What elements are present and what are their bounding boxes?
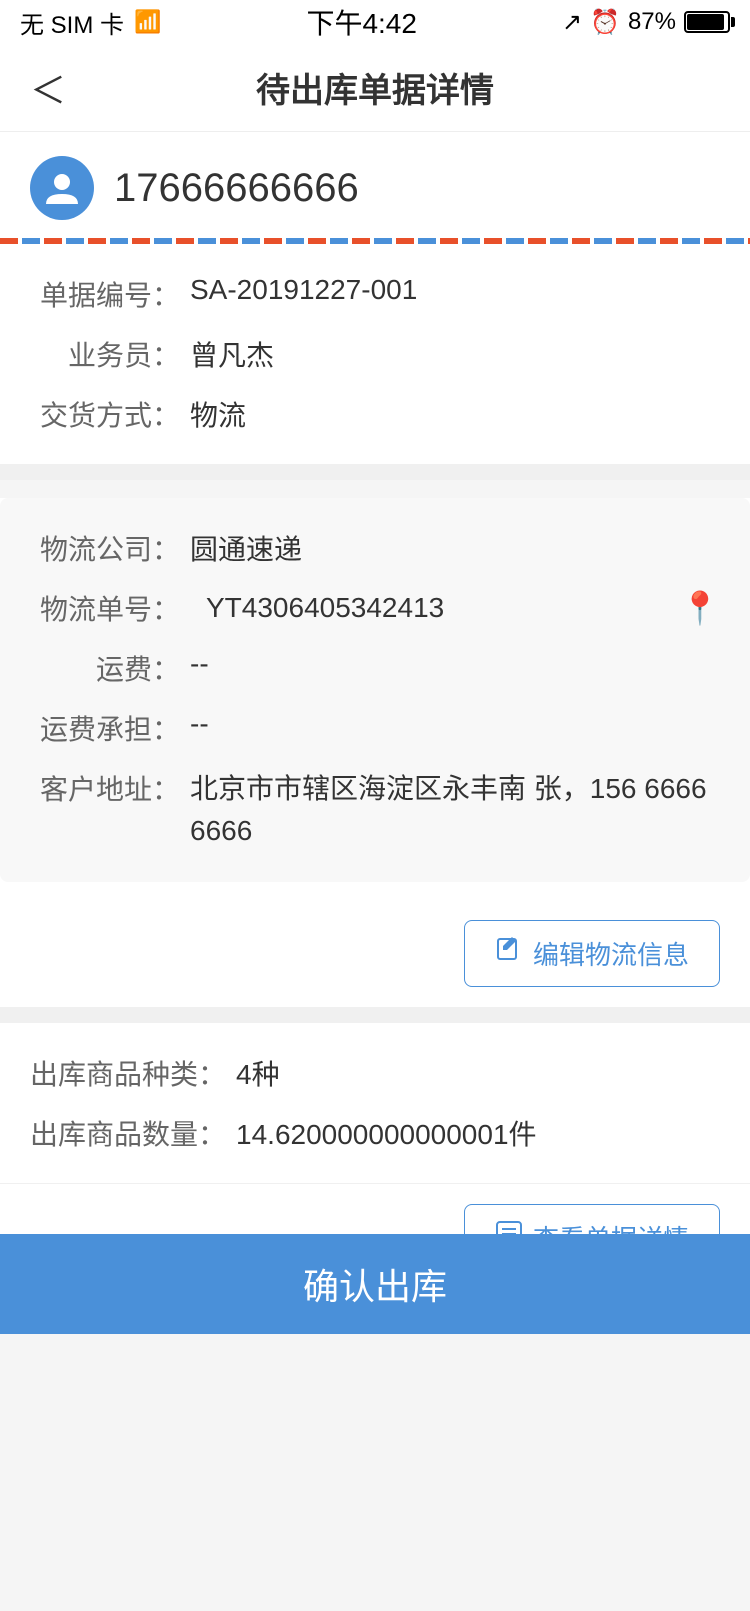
address-value: 北京市市辖区海淀区永丰南 张，156 6666 6666 bbox=[190, 768, 720, 852]
freight-label: 运费： bbox=[30, 648, 180, 688]
logistics-company-value: 圆通速递 bbox=[190, 528, 720, 568]
location-pin-icon[interactable]: 📍 bbox=[680, 589, 720, 627]
carrier-label: 无 SIM 卡 bbox=[20, 5, 124, 40]
stock-types-value: 4种 bbox=[236, 1053, 720, 1093]
doc-number-value: SA-20191227-001 bbox=[190, 274, 720, 306]
edit-icon bbox=[495, 936, 523, 971]
logistics-section: 物流公司： 圆通速递 物流单号： YT43064053424​13 📍 运费： … bbox=[0, 498, 750, 1007]
logistics-company-row: 物流公司： 圆通速递 bbox=[30, 528, 720, 568]
freight-bear-label: 运费承担： bbox=[30, 708, 180, 748]
logistics-tracking-label: 物流单号： bbox=[30, 588, 180, 628]
battery-icon bbox=[684, 11, 730, 33]
location-status-icon: ↗ bbox=[562, 8, 582, 37]
stock-info-section: 出库商品种类： 4种 出库商品数量： 14.620000000000001件 bbox=[0, 1023, 750, 1183]
edit-logistics-label: 编辑物流信息 bbox=[533, 935, 689, 972]
divider-1 bbox=[0, 464, 750, 480]
status-bar: 无 SIM 卡 📶 下午4:42 ↗ ⏰ 87% bbox=[0, 0, 750, 44]
logistics-tracking-value: YT43064053424​13 bbox=[206, 592, 664, 624]
doc-number-label: 单据编号： bbox=[30, 274, 180, 314]
logistics-tracking-row: 物流单号： YT43064053424​13 📍 bbox=[30, 588, 720, 628]
page-title: 待出库单据详情 bbox=[256, 63, 494, 112]
status-left: 无 SIM 卡 📶 bbox=[20, 5, 161, 40]
delivery-method-row: 交货方式： 物流 bbox=[30, 394, 720, 434]
stock-types-label: 出库商品种类： bbox=[30, 1053, 226, 1093]
logistics-card: 物流公司： 圆通速递 物流单号： YT43064053424​13 📍 运费： … bbox=[0, 498, 750, 882]
status-time: 下午4:42 bbox=[306, 2, 417, 42]
freight-row: 运费： -- bbox=[30, 648, 720, 688]
edit-btn-row: 编辑物流信息 bbox=[0, 900, 750, 1007]
doc-number-row: 单据编号： SA-20191227-001 bbox=[30, 274, 720, 314]
divider-2 bbox=[0, 1007, 750, 1023]
dashed-divider bbox=[0, 238, 750, 244]
stock-quantity-row: 出库商品数量： 14.620000000000001件 bbox=[30, 1113, 720, 1153]
user-phone: 17666666666 bbox=[114, 166, 359, 211]
alarm-icon: ⏰ bbox=[590, 8, 620, 37]
salesman-value: 曾凡杰 bbox=[190, 334, 720, 374]
battery-label: 87% bbox=[628, 8, 676, 36]
battery-fill bbox=[687, 14, 724, 30]
confirm-btn-container: 确认出库 bbox=[0, 1234, 750, 1334]
nav-bar: ＜ 待出库单据详情 bbox=[0, 44, 750, 132]
user-header: 17666666666 bbox=[0, 132, 750, 244]
freight-bear-value: -- bbox=[190, 708, 720, 740]
stock-quantity-value: 14.620000000000001件 bbox=[236, 1113, 720, 1153]
salesman-row: 业务员： 曾凡杰 bbox=[30, 334, 720, 374]
salesman-label: 业务员： bbox=[30, 334, 180, 374]
stock-types-row: 出库商品种类： 4种 bbox=[30, 1053, 720, 1093]
wifi-icon: 📶 bbox=[134, 9, 161, 35]
delivery-method-label: 交货方式： bbox=[30, 394, 180, 434]
address-row: 客户地址： 北京市市辖区海淀区永丰南 张，156 6666 6666 bbox=[30, 768, 720, 852]
avatar bbox=[30, 156, 94, 220]
page-content: 17666666666 单据编号： SA-20191227-001 业务员： 曾… bbox=[0, 132, 750, 1611]
delivery-method-value: 物流 bbox=[190, 394, 720, 434]
freight-value: -- bbox=[190, 648, 720, 680]
address-label: 客户地址： bbox=[30, 768, 180, 808]
status-right: ↗ ⏰ 87% bbox=[562, 8, 730, 37]
stock-quantity-label: 出库商品数量： bbox=[30, 1113, 226, 1153]
basic-info-section: 单据编号： SA-20191227-001 业务员： 曾凡杰 交货方式： 物流 bbox=[0, 244, 750, 464]
logistics-company-label: 物流公司： bbox=[30, 528, 180, 568]
edit-logistics-button[interactable]: 编辑物流信息 bbox=[464, 920, 720, 987]
back-button[interactable]: ＜ bbox=[30, 62, 66, 114]
freight-bear-row: 运费承担： -- bbox=[30, 708, 720, 748]
confirm-outbound-button[interactable]: 确认出库 bbox=[0, 1258, 750, 1310]
